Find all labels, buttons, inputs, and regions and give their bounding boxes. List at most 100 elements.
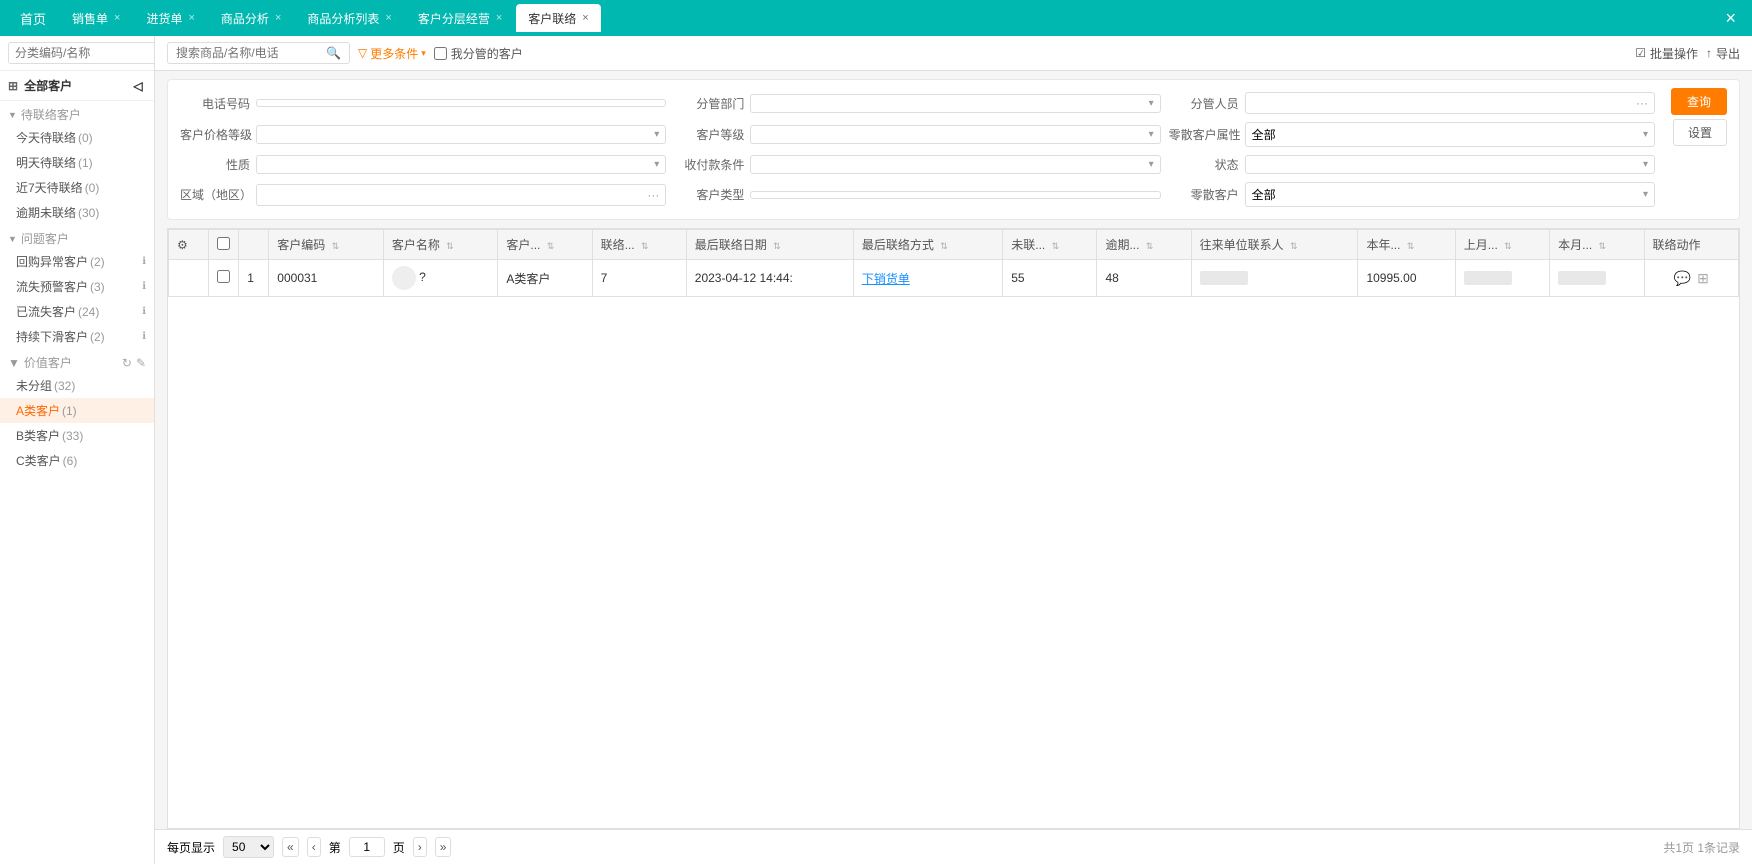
prev-page-btn[interactable]: ‹ bbox=[307, 837, 321, 857]
batch-icon: ☑ bbox=[1635, 46, 1646, 60]
last-method-link[interactable]: 下销货单 bbox=[862, 272, 910, 286]
sidebar-group-pending[interactable]: ▼ 待联络客户 bbox=[0, 101, 154, 125]
sidebar-item-loss-warning[interactable]: 流失预警客户(3) ℹ bbox=[0, 274, 154, 299]
nav-tab-customer-segment[interactable]: 客户分层经营 × bbox=[406, 4, 514, 32]
refresh-icon[interactable]: ↻ bbox=[122, 356, 132, 370]
table-header-last-method[interactable]: 最后联络方式 ⇅ bbox=[853, 230, 1002, 260]
sidebar-item-overdue[interactable]: 逾期未联络(30) bbox=[0, 200, 154, 225]
filter-arrow-icon: ▾ bbox=[421, 48, 426, 59]
sort-last-date-icon: ⇅ bbox=[773, 241, 781, 251]
filter-price-grade-select[interactable]: ▾ bbox=[256, 125, 666, 144]
settings-button[interactable]: 设置 bbox=[1673, 119, 1727, 146]
filter-nature-select[interactable]: ▾ bbox=[256, 155, 666, 174]
sidebar-item-declining[interactable]: 持续下滑客户(2) ℹ bbox=[0, 324, 154, 349]
sidebar-group-problem[interactable]: ▼ 问题客户 bbox=[0, 225, 154, 249]
table-header-this-year[interactable]: 本年... ⇅ bbox=[1358, 230, 1455, 260]
my-customers-checkbox[interactable]: 我分管的客户 bbox=[434, 45, 523, 62]
sort-contact-icon: ⇅ bbox=[641, 241, 649, 251]
close-sales-tab[interactable]: × bbox=[114, 12, 120, 24]
nav-tab-home[interactable]: 首页 bbox=[8, 4, 58, 32]
table-header-gear[interactable]: ⚙ bbox=[169, 230, 209, 260]
info-icon-3[interactable]: ℹ bbox=[142, 306, 146, 317]
table-header-last-date[interactable]: 最后联络日期 ⇅ bbox=[686, 230, 853, 260]
row-gear bbox=[169, 260, 209, 297]
edit-icon[interactable]: ✎ bbox=[136, 356, 146, 370]
filter-status-select[interactable]: ▾ bbox=[1245, 155, 1655, 174]
toolbar-search-icon[interactable]: 🔍 bbox=[326, 46, 341, 60]
my-customers-checkbox-input[interactable] bbox=[434, 47, 447, 60]
sidebar-item-b-class[interactable]: B类客户(33) bbox=[0, 423, 154, 448]
row-checkbox[interactable] bbox=[217, 270, 230, 283]
table-header-overdue[interactable]: 逾期... ⇅ bbox=[1097, 230, 1191, 260]
row-unit-contact bbox=[1191, 260, 1358, 297]
close-customer-segment-tab[interactable]: × bbox=[496, 12, 502, 24]
close-purchase-tab[interactable]: × bbox=[188, 12, 194, 24]
filter-manager-select[interactable]: ··· bbox=[1245, 92, 1655, 114]
query-button[interactable]: 查询 bbox=[1671, 88, 1727, 115]
nav-tab-sales[interactable]: 销售单 × bbox=[60, 4, 132, 32]
message-action-icon[interactable]: 💬 bbox=[1674, 270, 1691, 287]
toolbar-filter-btn[interactable]: ▽ 更多条件 ▾ bbox=[358, 45, 426, 62]
table-header-code[interactable]: 客户编码 ⇅ bbox=[269, 230, 384, 260]
filter-dept-select[interactable]: ▾ bbox=[750, 94, 1160, 113]
filter-region-select[interactable]: ··· bbox=[256, 184, 666, 206]
table-header-contact[interactable]: 联络... ⇅ bbox=[592, 230, 686, 260]
filter-payment-select[interactable]: ▾ bbox=[750, 155, 1160, 174]
main-layout: 🔍 ⊞ 全部客户 ◁ ▼ 待联络客户 今天待联络(0) 明天待联络(1) 近7天… bbox=[0, 36, 1752, 864]
first-page-btn[interactable]: « bbox=[282, 837, 299, 857]
toolbar-search-input[interactable] bbox=[176, 46, 326, 60]
row-contact: 7 bbox=[592, 260, 686, 297]
table-header-checkbox[interactable] bbox=[209, 230, 239, 260]
sidebar-item-today[interactable]: 今天待联络(0) bbox=[0, 125, 154, 150]
info-icon-4[interactable]: ℹ bbox=[142, 331, 146, 342]
nav-tab-purchase[interactable]: 进货单 × bbox=[134, 4, 206, 32]
sidebar-item-lost[interactable]: 已流失客户(24) ℹ bbox=[0, 299, 154, 324]
manager-select-dots: ··· bbox=[1636, 96, 1648, 110]
table-header-this-month[interactable]: 本月... ⇅ bbox=[1550, 230, 1644, 260]
sidebar-item-c-class[interactable]: C类客户(6) bbox=[0, 448, 154, 473]
table-header-category[interactable]: 客户... ⇅ bbox=[498, 230, 592, 260]
page-input[interactable]: 1 bbox=[349, 837, 385, 857]
row-last-date: 2023-04-12 14:44: bbox=[686, 260, 853, 297]
nav-tab-customer-contact[interactable]: 客户联络 × bbox=[516, 4, 600, 32]
arrow-down-icon: ▼ bbox=[8, 110, 17, 120]
qrcode-action-icon[interactable]: ⊞ bbox=[1697, 270, 1709, 287]
info-icon-2[interactable]: ℹ bbox=[142, 281, 146, 292]
sidebar-group-value[interactable]: ▼ 价值客户 ↻ ✎ bbox=[0, 349, 154, 373]
info-icon-1[interactable]: ℹ bbox=[142, 256, 146, 267]
close-product-analysis-tab[interactable]: × bbox=[275, 12, 281, 24]
table-header-name[interactable]: 客户名称 ⇅ bbox=[383, 230, 498, 260]
table-header-no-contact[interactable]: 未联... ⇅ bbox=[1003, 230, 1097, 260]
close-product-list-tab[interactable]: × bbox=[385, 12, 391, 24]
sidebar-search-input[interactable] bbox=[8, 42, 155, 64]
row-checkbox-cell[interactable] bbox=[209, 260, 239, 297]
next-page-btn[interactable]: › bbox=[413, 837, 427, 857]
filter-retail-customer-select[interactable]: 全部 ▾ bbox=[1245, 182, 1655, 207]
table-header-last-month[interactable]: 上月... ⇅ bbox=[1455, 230, 1549, 260]
export-btn[interactable]: ↑ 导出 bbox=[1706, 45, 1740, 62]
nav-tab-product-list[interactable]: 商品分析列表 × bbox=[295, 4, 403, 32]
sort-last-method-icon: ⇅ bbox=[940, 241, 948, 251]
select-all-checkbox[interactable] bbox=[217, 237, 230, 250]
filter-row-3: 性质 ▾ 收付款条件 ▾ bbox=[180, 151, 1655, 178]
sidebar-all-customers[interactable]: ⊞ 全部客户 ◁ bbox=[0, 71, 154, 101]
row-code: 000031 bbox=[269, 260, 384, 297]
filter-phone-input[interactable] bbox=[256, 99, 666, 107]
page-size-select[interactable]: 50 100 200 bbox=[223, 836, 274, 858]
close-customer-contact-tab[interactable]: × bbox=[582, 12, 588, 24]
batch-operation-btn[interactable]: ☑ 批量操作 bbox=[1635, 45, 1698, 62]
sidebar-item-ungroup[interactable]: 未分组(32) bbox=[0, 373, 154, 398]
sidebar-collapse-btn[interactable]: ◁ bbox=[130, 78, 146, 94]
sidebar-item-a-class[interactable]: A类客户(1) bbox=[0, 398, 154, 423]
sidebar-item-tomorrow[interactable]: 明天待联络(1) bbox=[0, 150, 154, 175]
filter-customer-grade-select[interactable]: ▾ bbox=[750, 125, 1160, 144]
table-header-unit-contact[interactable]: 往来单位联系人 ⇅ bbox=[1191, 230, 1358, 260]
nav-tab-product-analysis[interactable]: 商品分析 × bbox=[209, 4, 293, 32]
sidebar: 🔍 ⊞ 全部客户 ◁ ▼ 待联络客户 今天待联络(0) 明天待联络(1) 近7天… bbox=[0, 36, 155, 864]
last-page-btn[interactable]: » bbox=[435, 837, 452, 857]
sidebar-item-repurchase-abnormal[interactable]: 回购异常客户(2) ℹ bbox=[0, 249, 154, 274]
filter-customer-type-input[interactable] bbox=[750, 191, 1160, 199]
filter-retail-attr-select[interactable]: 全部 ▾ bbox=[1245, 122, 1655, 147]
close-all-tabs[interactable]: × bbox=[1717, 8, 1744, 29]
sidebar-item-week[interactable]: 近7天待联络(0) bbox=[0, 175, 154, 200]
